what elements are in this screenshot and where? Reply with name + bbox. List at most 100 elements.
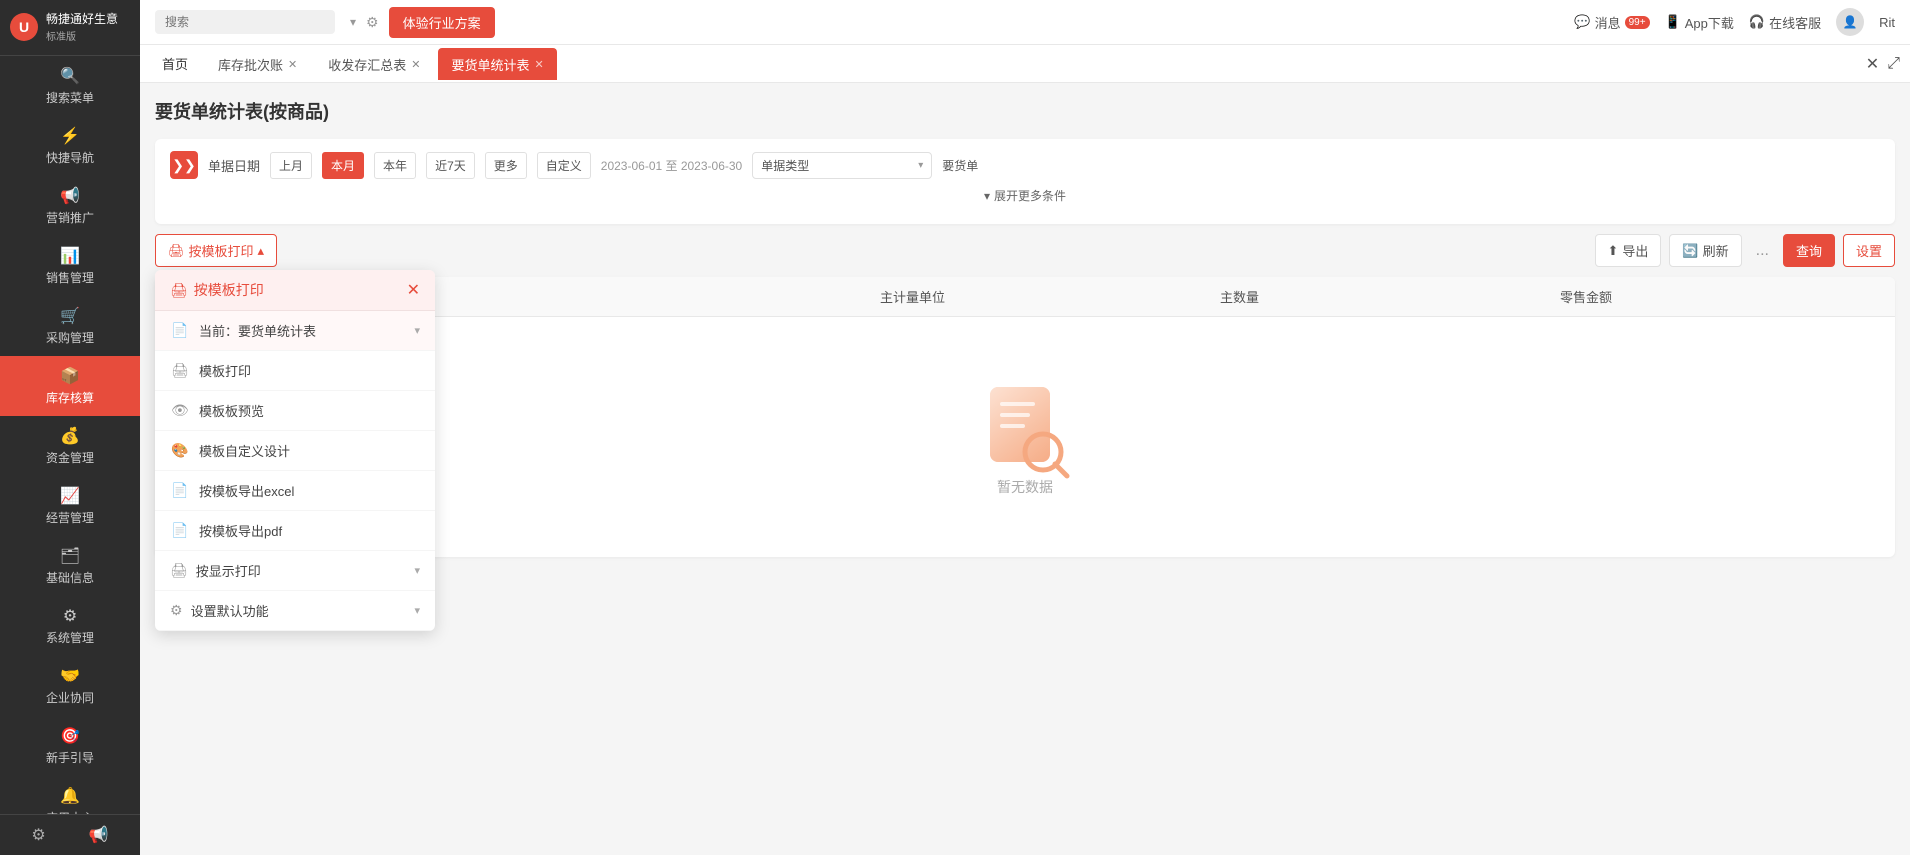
col-qty: 主数量 (1220, 287, 1540, 306)
online-service-button[interactable]: 🎧 在线客服 (1749, 13, 1821, 32)
date-btn-current-month[interactable]: 本月 (322, 152, 364, 179)
dropdown-template-excel[interactable]: 📄 按模板导出excel (155, 471, 435, 511)
bell-icon: 🔔 (60, 786, 80, 806)
tab-inventory-batch[interactable]: 库存批次账 ✕ (205, 48, 310, 80)
tab-order-stats-close-icon[interactable]: ✕ (535, 58, 544, 71)
export-icon: ⬆ (1608, 243, 1619, 259)
template-design-label: 模板自定义设计 (199, 441, 290, 460)
sidebar-logo: U 畅捷通好生意 标准版 (0, 0, 140, 56)
user-name: Rit (1879, 15, 1895, 30)
chart-icon: 📊 (60, 246, 80, 266)
empty-illustration (975, 377, 1075, 477)
tab-inventory-batch-close-icon[interactable]: ✕ (288, 58, 297, 71)
filter-panel: ❯❯ 单据日期 上月 本月 本年 近7天 更多 自定义 2023-06-01 至… (155, 139, 1895, 224)
sidebar-item-label: 经营管理 (46, 509, 94, 526)
tab-inventory-batch-label: 库存批次账 (218, 55, 283, 74)
sidebar-item-newbie[interactable]: 🎯 新手引导 (0, 716, 140, 776)
sidebar-item-label: 基础信息 (46, 569, 94, 586)
trending-icon: 📈 (60, 486, 80, 506)
order-type-label: 要货单 (942, 157, 978, 174)
help-bottom-icon[interactable]: 📢 (89, 825, 109, 845)
date-btn-more[interactable]: 更多 (485, 152, 527, 179)
sidebar-item-label: 库存核算 (46, 389, 94, 406)
tab-receipt-summary[interactable]: 收发存汇总表 ✕ (315, 48, 433, 80)
date-btn-current-year[interactable]: 本年 (374, 152, 416, 179)
sidebar-item-marketing[interactable]: 📢 营销推广 (0, 176, 140, 236)
sidebar-item-enterprise[interactable]: 🤝 企业协同 (0, 656, 140, 716)
template-pdf-icon: 📄 (171, 522, 191, 539)
date-btn-last7[interactable]: 近7天 (426, 152, 475, 179)
content-area: 要货单统计表(按商品) ❯❯ 单据日期 上月 本月 本年 近7天 更多 自定义 … (140, 83, 1910, 855)
flash-icon: ⚡ (60, 126, 80, 146)
template-pdf-label: 按模板导出pdf (199, 521, 282, 540)
expand-more-button[interactable]: ▾ 展开更多条件 (170, 179, 1880, 212)
tab-close-all-button[interactable]: ✕ (1866, 54, 1879, 74)
refresh-button[interactable]: 🔄 刷新 (1669, 234, 1741, 267)
query-button[interactable]: 查询 (1783, 234, 1835, 267)
print-template-button[interactable]: 🖨 按模板打印 ▴ (155, 234, 277, 267)
search-input[interactable] (155, 10, 335, 34)
settings-button[interactable]: 设置 (1843, 234, 1895, 267)
sidebar-item-search[interactable]: 🔍 搜索菜单 (0, 56, 140, 116)
sidebar-item-quick-nav[interactable]: ⚡ 快捷导航 (0, 116, 140, 176)
dropdown-close-icon[interactable]: ✕ (407, 280, 420, 300)
megaphone-icon: 📢 (60, 186, 80, 206)
sidebar-item-sales[interactable]: 📊 销售管理 (0, 236, 140, 296)
tab-home[interactable]: 首页 (150, 48, 200, 79)
settings-bottom-icon[interactable]: ⚙ (31, 825, 45, 845)
current-arrow-icon: ▾ (414, 324, 420, 337)
sidebar-item-appstore[interactable]: 🔔 应用中心 (0, 776, 140, 814)
dropdown-template-design[interactable]: 🎨 模板自定义设计 (155, 431, 435, 471)
sidebar-item-label: 企业协同 (46, 689, 94, 706)
avatar-icon: 👤 (1843, 15, 1858, 29)
dropdown-template-print[interactable]: 🖨 模板打印 (155, 351, 435, 391)
export-label: 导出 (1622, 241, 1648, 260)
date-btn-custom[interactable]: 自定义 (537, 152, 591, 179)
export-button[interactable]: ⬆ 导出 (1595, 234, 1662, 267)
default-func-icon: ⚙ (170, 602, 183, 619)
dropdown-title: 🖨 按模板打印 (170, 280, 264, 300)
trial-button[interactable]: 体验行业方案 (389, 7, 495, 38)
tab-receipt-summary-label: 收发存汇总表 (328, 55, 406, 74)
dropdown-template-pdf[interactable]: 📄 按模板导出pdf (155, 511, 435, 551)
dropdown-default-func[interactable]: ⚙ 设置默认功能 ▾ (155, 591, 435, 631)
more-options-icon[interactable]: ... (1750, 238, 1775, 264)
sidebar-item-inventory[interactable]: 📦 库存核算 (0, 356, 140, 416)
sidebar-item-basic[interactable]: 🗂 基础信息 (0, 536, 140, 596)
dropdown-display-print[interactable]: 🖨 按显示打印 ▾ (155, 551, 435, 591)
app-download-button[interactable]: 📱 App下载 (1665, 13, 1734, 32)
type-filter-label: 单据类型 (761, 157, 809, 174)
avatar[interactable]: 👤 (1836, 8, 1864, 36)
search-icon: 🔍 (60, 66, 80, 86)
sidebar-item-purchase[interactable]: 🛒 采购管理 (0, 296, 140, 356)
tabbar: 首页 库存批次账 ✕ 收发存汇总表 ✕ 要货单统计表 ✕ ✕ ⤢ (140, 45, 1910, 83)
logo-text: 畅捷通好生意 标准版 (46, 12, 118, 43)
sidebar-item-label: 营销推广 (46, 209, 94, 226)
tab-order-stats[interactable]: 要货单统计表 ✕ (438, 48, 556, 80)
refresh-icon: 🔄 (1682, 243, 1698, 259)
sidebar-item-operation[interactable]: 📈 经营管理 (0, 476, 140, 536)
search-chevron-icon: ▾ (350, 15, 356, 29)
dropdown-current-item[interactable]: 📄 当前：要货单统计表 ▾ (155, 311, 435, 351)
type-filter-select[interactable]: 单据类型 ▾ (752, 152, 932, 179)
print-btn-wrap: 🖨 按模板打印 ▴ 🖨 按模板打印 ✕ 📄 当前：要 (155, 234, 277, 267)
tab-expand-button[interactable]: ⤢ (1887, 55, 1900, 73)
toolbar: 🖨 按模板打印 ▴ 🖨 按模板打印 ✕ 📄 当前：要 (155, 234, 1895, 267)
logo-icon: U (10, 13, 38, 41)
sidebar-item-finance[interactable]: 💰 资金管理 (0, 416, 140, 476)
dropdown-template-preview[interactable]: 👁 模板板预览 (155, 391, 435, 431)
toolbar-right: ⬆ 导出 🔄 刷新 ... 查询 设置 (1595, 234, 1896, 267)
main-area: ▾ ⚙ 体验行业方案 💬 消息 99+ 📱 App下载 🎧 在线客服 👤 Rit (140, 0, 1910, 855)
date-btn-prev-month[interactable]: 上月 (270, 152, 312, 179)
display-print-icon: 🖨 (170, 562, 188, 579)
expand-label: 展开更多条件 (994, 187, 1066, 204)
topbar-gear-icon[interactable]: ⚙ (366, 14, 379, 31)
phone-icon: 📱 (1665, 14, 1681, 30)
template-print-label: 模板打印 (199, 361, 251, 380)
sidebar-item-system[interactable]: ⚙ 系统管理 (0, 596, 140, 656)
filter-expand-button[interactable]: ❯❯ (170, 151, 198, 179)
online-service-label: 在线客服 (1769, 13, 1821, 32)
message-button[interactable]: 💬 消息 99+ (1574, 13, 1649, 32)
tab-receipt-summary-close-icon[interactable]: ✕ (411, 58, 420, 71)
date-range-display: 2023-06-01 至 2023-06-30 (601, 157, 742, 174)
